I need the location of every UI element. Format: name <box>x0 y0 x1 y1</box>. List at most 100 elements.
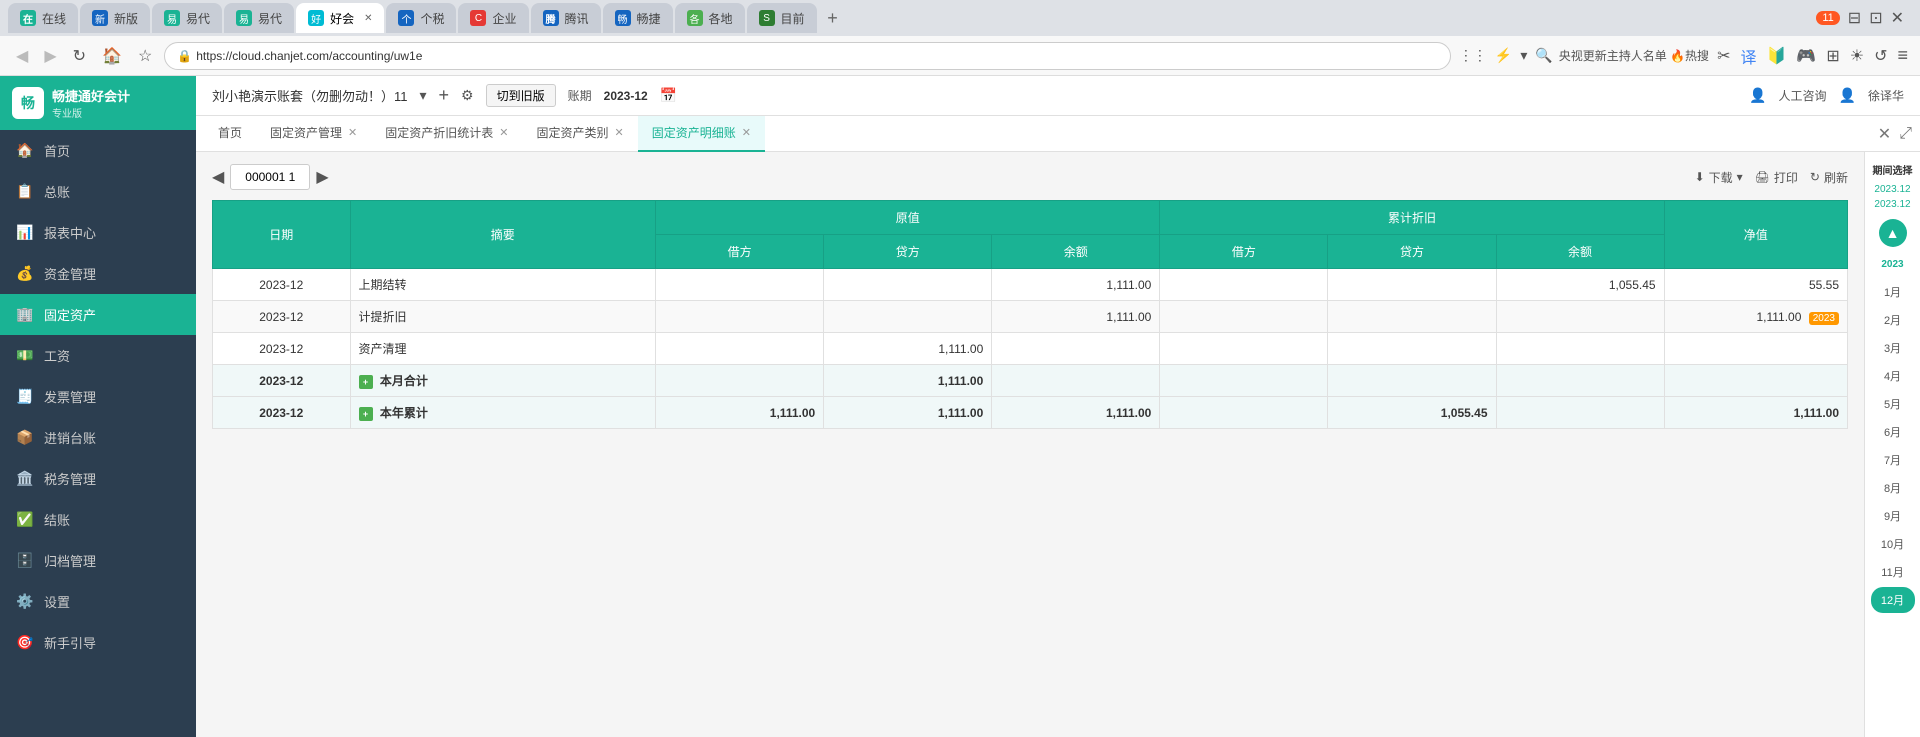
period-month-5[interactable]: 5月 <box>1871 391 1915 417</box>
sidebar-item-report[interactable]: 📊 报表中心 <box>0 212 196 253</box>
browser-tab-online[interactable]: 在 在线 <box>8 3 78 33</box>
col-dep-credit: 贷方 <box>1328 235 1496 269</box>
tab-home[interactable]: 首页 <box>204 116 256 152</box>
forward-button[interactable]: ▶ <box>40 42 60 70</box>
sidebar-item-fixed[interactable]: 🏢 固定资产 <box>0 294 196 335</box>
scissors-icon[interactable]: ✂ <box>1717 46 1730 66</box>
new-tab-button[interactable]: + <box>819 4 847 32</box>
switch-version-button[interactable]: 切到旧版 <box>486 84 556 107</box>
period-month-4[interactable]: 4月 <box>1871 363 1915 389</box>
scroll-up-button[interactable]: ▲ <box>1879 219 1907 247</box>
period-month-2[interactable]: 2月 <box>1871 307 1915 333</box>
translate-icon[interactable]: 译 <box>1740 44 1756 68</box>
minimize-icon[interactable]: ⊟ <box>1848 8 1861 28</box>
lightning-icon[interactable]: ⚡ <box>1495 47 1512 64</box>
browser-toolbar: ✂ 译 🔰 🎮 ⊞ ☀ ↺ ≡ <box>1717 44 1908 68</box>
period-month-10[interactable]: 10月 <box>1871 531 1915 557</box>
cell-orig-debit <box>656 269 824 301</box>
address-input[interactable]: 🔒 https://cloud.chanjet.com/accounting/u… <box>164 42 1451 70</box>
tab-controls: ✕ ⤢ <box>1878 124 1912 144</box>
tab-fixed-category[interactable]: 固定资产类别 ✕ <box>522 116 637 152</box>
period-year-2023[interactable]: 2023 <box>1871 251 1915 277</box>
table-row: 2023-12 计提折旧 1,111.00 1,111.00 2023 <box>213 301 1848 333</box>
browser-tab-gedi[interactable]: 各 各地 <box>675 3 745 33</box>
tab-close-fixed-dep[interactable]: ✕ <box>499 126 508 139</box>
search-area[interactable]: 🔍 央视更新主持人名单 🔥热搜 <box>1535 47 1709 64</box>
download-dropdown-icon[interactable]: ▾ <box>1737 170 1743 184</box>
period-month-8[interactable]: 8月 <box>1871 475 1915 501</box>
prev-page-button[interactable]: ◀ <box>212 167 224 187</box>
sidebar-item-fund[interactable]: 💰 资金管理 <box>0 253 196 294</box>
sidebar-item-archive[interactable]: 🗄️ 归档管理 <box>0 540 196 581</box>
tab-fixed-depreciation[interactable]: 固定资产折旧统计表 ✕ <box>371 116 522 152</box>
sidebar-item-settings[interactable]: ⚙️ 设置 <box>0 581 196 622</box>
refresh-button[interactable]: ↻ <box>69 42 90 70</box>
tab-close-fixed-detail[interactable]: ✕ <box>742 126 751 139</box>
page-tabs: 首页 固定资产管理 ✕ 固定资产折旧统计表 ✕ 固定资产类别 ✕ 固定资产明细账… <box>196 116 1920 152</box>
sidebar-item-inventory[interactable]: 📦 进销台账 <box>0 417 196 458</box>
tab-fixed-mgmt[interactable]: 固定资产管理 ✕ <box>256 116 371 152</box>
user-label[interactable]: 徐译华 <box>1868 87 1904 104</box>
home-button[interactable]: 🏠 <box>98 42 126 70</box>
period-month-11[interactable]: 11月 <box>1871 559 1915 585</box>
browser-tab-changjie[interactable]: 畅 畅捷 <box>603 3 673 33</box>
cell-orig-credit <box>824 269 992 301</box>
sidebar-item-general[interactable]: 📋 总账 <box>0 171 196 212</box>
menu-icon[interactable]: ≡ <box>1897 45 1908 66</box>
period-month-7[interactable]: 7月 <box>1871 447 1915 473</box>
browser-tab-yidai1[interactable]: 易 易代 <box>152 3 222 33</box>
add-account-button[interactable]: + <box>439 85 450 106</box>
period-month-1[interactable]: 1月 <box>1871 279 1915 305</box>
browser-tab-yidai2[interactable]: 易 易代 <box>224 3 294 33</box>
expand-icon[interactable]: ⤢ <box>1899 125 1912 143</box>
period-month-6[interactable]: 6月 <box>1871 419 1915 445</box>
dropdown-icon[interactable]: ▾ <box>1520 47 1527 64</box>
settings-button[interactable]: ⚙ <box>461 87 474 104</box>
calendar-icon[interactable]: 📅 <box>660 87 677 104</box>
sidebar-item-payroll[interactable]: 💵 工资 <box>0 335 196 376</box>
maximize-icon[interactable]: ⊡ <box>1869 8 1882 28</box>
undo-icon[interactable]: ↺ <box>1874 46 1887 66</box>
period-month-12[interactable]: 12月 <box>1871 587 1915 613</box>
address-bar: ◀ ▶ ↻ 🏠 ☆ 🔒 https://cloud.chanjet.com/ac… <box>0 36 1920 76</box>
sidebar-item-home[interactable]: 🏠 首页 <box>0 130 196 171</box>
brightness-icon[interactable]: ☀ <box>1850 46 1864 66</box>
download-label: 下载 <box>1709 169 1733 186</box>
browser-tab-haohui[interactable]: 好 好会 ✕ <box>296 3 384 33</box>
browser-tab-qiye[interactable]: C 企业 <box>458 3 528 33</box>
grid-view-icon[interactable]: ⊞ <box>1826 46 1839 66</box>
page-input[interactable] <box>230 164 310 190</box>
sidebar-item-tax[interactable]: 🏛️ 税务管理 <box>0 458 196 499</box>
extension-icon[interactable]: 🔰 <box>1766 46 1786 66</box>
bookmark-button[interactable]: ☆ <box>134 42 156 70</box>
help-label[interactable]: 人工咨询 <box>1779 87 1827 104</box>
browser-tab-tengxun[interactable]: 腾 腾讯 <box>531 3 601 33</box>
browser-tab-new[interactable]: 新 新版 <box>80 3 150 33</box>
version-dropdown[interactable]: ▾ <box>420 87 427 104</box>
back-button[interactable]: ◀ <box>12 42 32 70</box>
app-container: 畅 畅捷通好会计 专业版 🏠 首页 📋 总账 📊 报表中心 💰 资金管理 🏢 固… <box>0 76 1920 737</box>
inventory-icon: 📦 <box>16 429 34 447</box>
close-tab-icon[interactable]: ✕ <box>1878 124 1891 144</box>
sidebar-item-closing[interactable]: ✅ 结账 <box>0 499 196 540</box>
period-month-9[interactable]: 9月 <box>1871 503 1915 529</box>
close-icon[interactable]: ✕ <box>1891 8 1904 28</box>
next-page-button[interactable]: ▶ <box>316 167 328 187</box>
period-month-3[interactable]: 3月 <box>1871 335 1915 361</box>
browser-tab-muqian[interactable]: S 目前 <box>747 3 817 33</box>
fixed-icon: 🏢 <box>16 306 34 324</box>
tab-close-icon[interactable]: ✕ <box>364 13 372 24</box>
tab-fixed-detail[interactable]: 固定资产明细账 ✕ <box>638 116 765 152</box>
cell-orig-debit: 1,111.00 <box>656 397 824 429</box>
tab-close-fixed-mgmt[interactable]: ✕ <box>348 126 357 139</box>
download-button[interactable]: ⬇ 下载 ▾ <box>1695 169 1743 186</box>
sidebar-item-invoice[interactable]: 🧾 发票管理 <box>0 376 196 417</box>
print-button[interactable]: 🖨 打印 <box>1755 169 1798 186</box>
sidebar-item-guide[interactable]: 🎯 新手引导 <box>0 622 196 663</box>
refresh-data-button[interactable]: ↻ 刷新 <box>1810 169 1848 186</box>
grid-icon[interactable]: ⋮⋮ <box>1459 47 1487 64</box>
tab-close-fixed-cat[interactable]: ✕ <box>615 126 624 139</box>
gamepad-icon[interactable]: 🎮 <box>1796 46 1816 66</box>
browser-tab-geshui[interactable]: 个 个税 <box>386 3 456 33</box>
period-value: 2023-12 <box>604 89 648 103</box>
